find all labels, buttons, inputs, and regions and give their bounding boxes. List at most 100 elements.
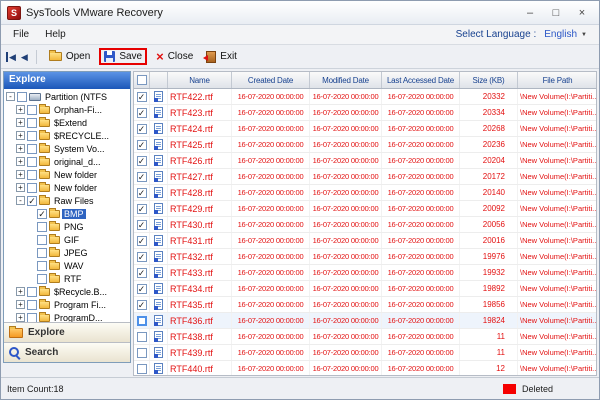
table-row[interactable]: RTF440.rtf16-07-2020 00:00:0016-07-2020 … [134, 361, 596, 376]
tree-label[interactable]: Orphan-Fi... [52, 105, 104, 115]
tree-checkbox[interactable] [27, 144, 37, 154]
tree-checkbox[interactable] [27, 313, 37, 323]
table-row[interactable]: ✓RTF433.rtf16-07-2020 00:00:0016-07-2020… [134, 265, 596, 281]
row-checkbox[interactable]: ✓ [137, 220, 147, 230]
close-button[interactable]: × Close [152, 49, 197, 64]
tree-item-extend[interactable]: + $Extend [4, 116, 130, 129]
tree-label[interactable]: Program Fi... [52, 300, 108, 310]
row-checkbox[interactable]: ✓ [137, 92, 147, 102]
tree-label[interactable]: BMP [62, 209, 86, 219]
tree-checkbox[interactable] [37, 235, 47, 245]
open-button[interactable]: Open [45, 49, 94, 64]
expand-icon[interactable]: + [16, 144, 25, 153]
expand-icon[interactable]: + [16, 183, 25, 192]
tree-item-raw-files[interactable]: -✓Raw Files [4, 194, 130, 207]
row-checkbox[interactable]: ✓ [137, 108, 147, 118]
row-checkbox[interactable] [137, 316, 147, 326]
collapse-icon[interactable]: - [6, 92, 15, 101]
table-row[interactable]: RTF438.rtf16-07-2020 00:00:0016-07-2020 … [134, 329, 596, 345]
close-window-button[interactable]: × [569, 4, 595, 22]
tree-item-new-folder[interactable]: + New folder [4, 181, 130, 194]
table-row[interactable]: ✓RTF430.rtf16-07-2020 00:00:0016-07-2020… [134, 217, 596, 233]
tree-label[interactable]: original_d... [52, 157, 103, 167]
tree-checkbox[interactable]: ✓ [27, 196, 37, 206]
tree-item-partition-ntfs[interactable]: - Partition (NTFS [4, 90, 130, 103]
tree-item-wav[interactable]: WAV [4, 259, 130, 272]
tree-item-bmp[interactable]: ✓ BMP [4, 207, 130, 220]
tree-checkbox[interactable]: ✓ [37, 209, 47, 219]
table-row[interactable]: ✓RTF428.rtf16-07-2020 00:00:0016-07-2020… [134, 185, 596, 201]
column-header-last-accessed-date[interactable]: Last Accessed Date [382, 72, 460, 88]
expand-icon[interactable]: + [16, 287, 25, 296]
table-row[interactable]: ✓RTF427.rtf16-07-2020 00:00:0016-07-2020… [134, 169, 596, 185]
tree-checkbox[interactable] [27, 105, 37, 115]
tree-label[interactable]: JPEG [62, 248, 90, 258]
maximize-button[interactable]: □ [543, 4, 569, 22]
row-checkbox[interactable]: ✓ [137, 252, 147, 262]
tree-item-rtf[interactable]: RTF [4, 272, 130, 285]
tree-label[interactable]: PNG [62, 222, 86, 232]
tree-item-recycle[interactable]: +$RECYCLE... [4, 129, 130, 142]
tree-checkbox[interactable] [37, 248, 47, 258]
expand-icon[interactable]: + [16, 313, 25, 322]
tree-label[interactable]: Partition (NTFS [43, 92, 109, 102]
table-row[interactable]: RTF439.rtf16-07-2020 00:00:0016-07-2020 … [134, 345, 596, 361]
column-header-created-date[interactable]: Created Date [232, 72, 310, 88]
column-header-modified-date[interactable]: Modified Date [310, 72, 382, 88]
tree-label[interactable]: System Vo... [52, 144, 107, 154]
tree-checkbox[interactable] [37, 222, 47, 232]
table-row[interactable]: ✓RTF422.rtf16-07-2020 00:00:0016-07-2020… [134, 89, 596, 105]
tree-label[interactable]: Raw Files [52, 196, 96, 206]
tree-item-orphan-fi[interactable]: + Orphan-Fi... [4, 103, 130, 116]
expand-icon[interactable]: + [16, 105, 25, 114]
tree-item-system-vo[interactable]: + System Vo... [4, 142, 130, 155]
nav-prev-icon[interactable]: ◀ [21, 52, 28, 62]
select-all-checkbox[interactable] [137, 75, 147, 85]
row-checkbox[interactable]: ✓ [137, 188, 147, 198]
table-row[interactable]: ✓RTF425.rtf16-07-2020 00:00:0016-07-2020… [134, 137, 596, 153]
tree-label[interactable]: New folder [52, 170, 99, 180]
tree-label[interactable]: New folder [52, 183, 99, 193]
tree-checkbox[interactable] [17, 92, 27, 102]
tree-item-program-fi[interactable]: +Program Fi... [4, 298, 130, 311]
expand-icon[interactable]: + [16, 170, 25, 179]
table-row[interactable]: ✓RTF426.rtf16-07-2020 00:00:0016-07-2020… [134, 153, 596, 169]
tree-item-new-folder[interactable]: + New folder [4, 168, 130, 181]
expand-icon[interactable]: + [16, 118, 25, 127]
menu-help[interactable]: Help [37, 29, 74, 40]
language-dropdown[interactable]: English ▼ [544, 29, 587, 40]
tree-checkbox[interactable] [37, 274, 47, 284]
column-header-name[interactable]: Name [168, 72, 232, 88]
tree-checkbox[interactable] [27, 170, 37, 180]
tree-label[interactable]: GIF [62, 235, 81, 245]
row-checkbox[interactable]: ✓ [137, 124, 147, 134]
tree-label[interactable]: $Extend [52, 118, 89, 128]
tree-checkbox[interactable] [37, 261, 47, 271]
table-row[interactable]: RTF436.rtf16-07-2020 00:00:0016-07-2020 … [134, 313, 596, 329]
tree-item-jpeg[interactable]: JPEG [4, 246, 130, 259]
save-button[interactable]: Save [99, 48, 147, 65]
tree-checkbox[interactable] [27, 287, 37, 297]
row-checkbox[interactable]: ✓ [137, 156, 147, 166]
table-row[interactable]: ✓RTF429.rtf16-07-2020 00:00:0016-07-2020… [134, 201, 596, 217]
row-checkbox[interactable] [137, 332, 147, 342]
table-row[interactable]: ✓RTF424.rtf16-07-2020 00:00:0016-07-2020… [134, 121, 596, 137]
row-checkbox[interactable]: ✓ [137, 284, 147, 294]
nav-button-search[interactable]: Search [4, 342, 130, 362]
tree-checkbox[interactable] [27, 157, 37, 167]
row-checkbox[interactable]: ✓ [137, 236, 147, 246]
tree-item-original-d[interactable]: +original_d... [4, 155, 130, 168]
nav-button-explore[interactable]: Explore [4, 322, 130, 342]
table-row[interactable]: ✓RTF432.rtf16-07-2020 00:00:0016-07-2020… [134, 249, 596, 265]
column-header-file-path[interactable]: File Path [518, 72, 597, 88]
tree-checkbox[interactable] [27, 131, 37, 141]
row-checkbox[interactable]: ✓ [137, 172, 147, 182]
tree-label[interactable]: ProgramD... [52, 313, 105, 323]
row-checkbox[interactable] [137, 348, 147, 358]
minimize-button[interactable]: – [517, 4, 543, 22]
expand-icon[interactable]: + [16, 131, 25, 140]
exit-button[interactable]: Exit [202, 49, 241, 65]
row-checkbox[interactable]: ✓ [137, 268, 147, 278]
tree-label[interactable]: $Recycle.B... [52, 287, 109, 297]
row-checkbox[interactable]: ✓ [137, 140, 147, 150]
